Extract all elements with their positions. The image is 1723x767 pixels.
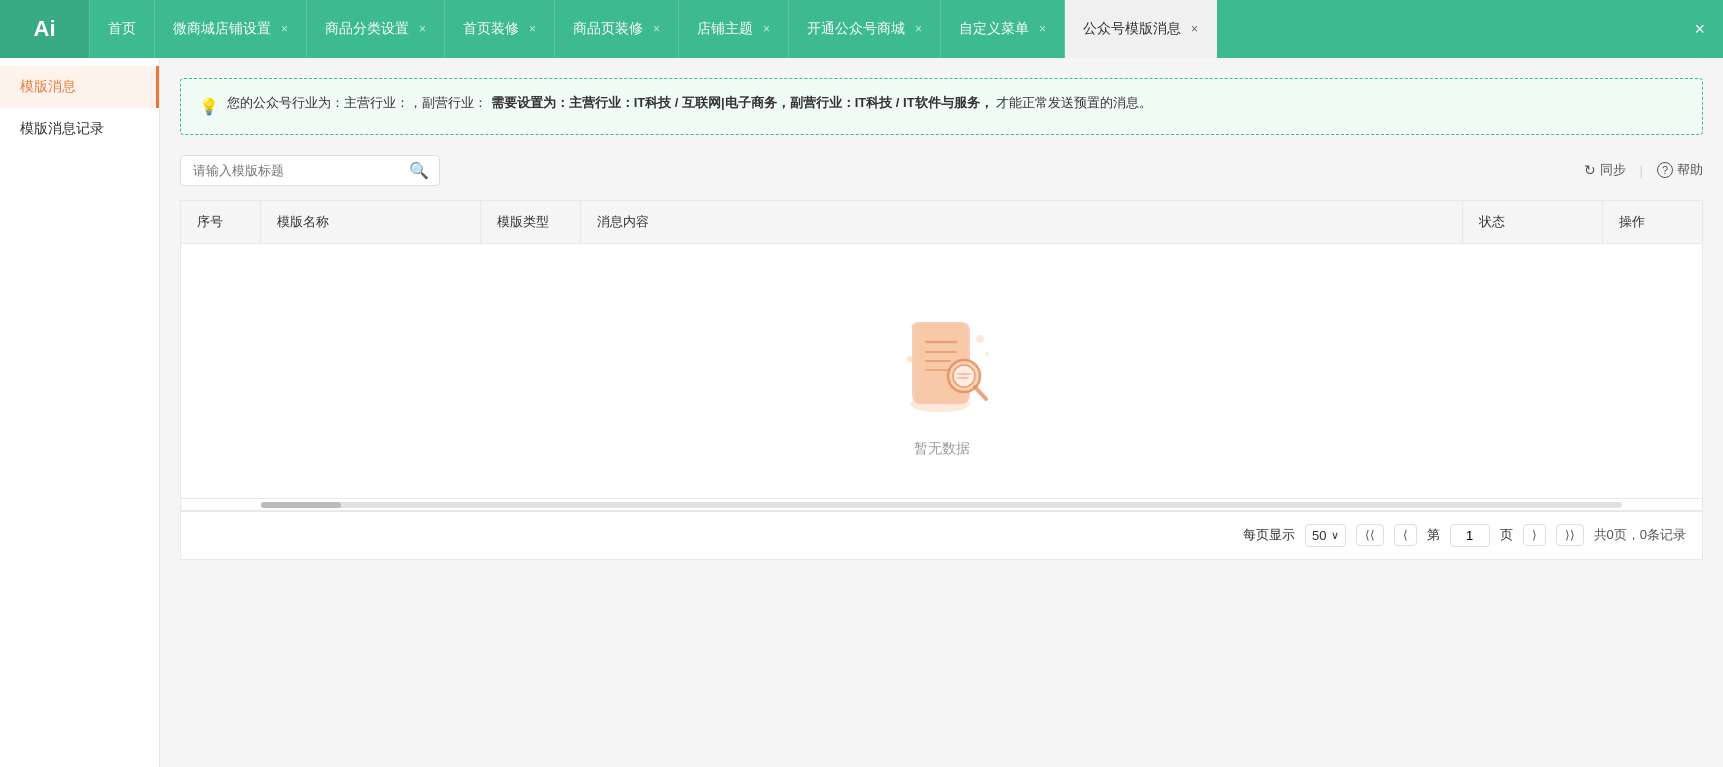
tab-product-category[interactable]: 商品分类设置 × [307, 0, 445, 58]
sidebar-item-template-record-label: 模版消息记录 [20, 120, 104, 136]
tab-home-label: 首页 [108, 20, 136, 38]
tab-micro-shop-label: 微商城店铺设置 [173, 20, 271, 38]
page-prefix-label: 第 [1427, 526, 1440, 544]
page-last-button[interactable]: ⟩⟩ [1556, 524, 1584, 546]
search-input-wrap: 🔍 [180, 155, 440, 186]
help-label: 帮助 [1677, 161, 1703, 179]
tab-product-category-close[interactable]: × [419, 22, 426, 36]
scrollbar-thumb[interactable] [261, 502, 341, 508]
tab-template-msg-close[interactable]: × [1191, 22, 1198, 36]
page-size-label: 每页显示 [1243, 526, 1295, 544]
tab-template-msg[interactable]: 公众号模版消息 × [1065, 0, 1217, 58]
tab-product-decor-label: 商品页装修 [573, 20, 643, 38]
search-input[interactable] [181, 156, 399, 185]
tab-product-category-label: 商品分类设置 [325, 20, 409, 38]
tab-custom-menu[interactable]: 自定义菜单 × [941, 0, 1065, 58]
svg-line-7 [975, 387, 986, 399]
tab-template-msg-label: 公众号模版消息 [1083, 20, 1181, 38]
empty-illustration [882, 304, 1002, 424]
notice-box: 💡 您的公众号行业为：主营行业：，副营行业： 需要设置为：主营行业：IT科技 /… [180, 78, 1703, 135]
tab-open-mall-label: 开通公众号商城 [807, 20, 905, 38]
col-actions: 操作 [1603, 200, 1703, 243]
empty-text: 暂无数据 [914, 440, 970, 458]
col-status: 状态 [1463, 200, 1603, 243]
logo-tab: Ai [0, 0, 90, 58]
tab-home-decor[interactable]: 首页装修 × [445, 0, 555, 58]
tab-product-decor[interactable]: 商品页装修 × [555, 0, 679, 58]
sidebar-item-template-record[interactable]: 模版消息记录 [0, 108, 159, 150]
tab-micro-shop-close[interactable]: × [281, 22, 288, 36]
page-first-button[interactable]: ⟨⟨ [1356, 524, 1384, 546]
scrollbar-track [261, 502, 1622, 508]
sync-label: 同步 [1600, 161, 1626, 179]
main-layout: 模版消息 模版消息记录 💡 您的公众号行业为：主营行业：，副营行业： 需要设置为… [0, 58, 1723, 767]
tab-open-mall[interactable]: 开通公众号商城 × [789, 0, 941, 58]
toolbar-right: ↻ 同步 | ? 帮助 [1584, 161, 1703, 179]
notice-highlight: 需要设置为：主营行业：IT科技 / 互联网|电子商务，副营行业：IT科技 / I… [491, 95, 993, 110]
col-type: 模版类型 [481, 200, 581, 243]
page-size-chevron: ∨ [1331, 529, 1339, 542]
page-prev-button[interactable]: ⟨ [1394, 524, 1417, 546]
help-button[interactable]: ? 帮助 [1657, 161, 1703, 179]
sidebar-item-template-message[interactable]: 模版消息 [0, 66, 159, 108]
total-text: 共0页，0条记录 [1594, 526, 1686, 544]
sidebar: 模版消息 模版消息记录 [0, 58, 160, 767]
tab-shop-theme-close[interactable]: × [763, 22, 770, 36]
tab-home-decor-close[interactable]: × [529, 22, 536, 36]
tab-home-decor-label: 首页装修 [463, 20, 519, 38]
notice-text: 您的公众号行业为：主营行业：，副营行业： 需要设置为：主营行业：IT科技 / 互… [227, 93, 1152, 114]
pagination-bar: 每页显示 50 ∨ ⟨⟨ ⟨ 第 页 ⟩ ⟩⟩ 共0页，0条记录 [180, 511, 1703, 560]
tab-bar-global-close[interactable]: × [1676, 0, 1723, 58]
search-icon: 🔍 [409, 162, 429, 179]
tab-custom-menu-label: 自定义菜单 [959, 20, 1029, 38]
empty-row: 暂无数据 [181, 243, 1703, 498]
col-seq: 序号 [181, 200, 261, 243]
tab-open-mall-close[interactable]: × [915, 22, 922, 36]
page-next-button[interactable]: ⟩ [1523, 524, 1546, 546]
page-suffix-label: 页 [1500, 526, 1513, 544]
help-icon: ? [1657, 162, 1673, 178]
notice-suffix: 才能正常发送预置的消息。 [996, 95, 1152, 110]
toolbar-divider: | [1640, 163, 1643, 178]
tab-bar: Ai 首页 微商城店铺设置 × 商品分类设置 × 首页装修 × 商品页装修 × … [0, 0, 1723, 58]
notice-prefix: 您的公众号行业为：主营行业：，副营行业： [227, 95, 487, 110]
table-body: 暂无数据 [181, 243, 1703, 498]
data-table: 序号 模版名称 模版类型 消息内容 状态 操作 [180, 200, 1703, 499]
tab-micro-shop[interactable]: 微商城店铺设置 × [155, 0, 307, 58]
tab-shop-theme-label: 店铺主题 [697, 20, 753, 38]
svg-point-12 [985, 352, 989, 356]
logo-text: Ai [34, 16, 56, 42]
sync-button[interactable]: ↻ 同步 [1584, 161, 1626, 179]
page-size-select[interactable]: 50 ∨ [1305, 524, 1345, 547]
sidebar-item-template-message-label: 模版消息 [20, 78, 76, 94]
content-area: 💡 您的公众号行业为：主营行业：，副营行业： 需要设置为：主营行业：IT科技 /… [160, 58, 1723, 767]
tab-custom-menu-close[interactable]: × [1039, 22, 1046, 36]
svg-point-6 [953, 365, 975, 387]
empty-state: 暂无数据 [181, 244, 1702, 498]
search-row: 🔍 ↻ 同步 | ? 帮助 [180, 155, 1703, 186]
table-header-row: 序号 模版名称 模版类型 消息内容 状态 操作 [181, 200, 1703, 243]
sync-icon: ↻ [1584, 162, 1596, 178]
col-name: 模版名称 [261, 200, 481, 243]
tab-home[interactable]: 首页 [90, 0, 155, 58]
scrollbar-area[interactable] [180, 499, 1703, 511]
col-content: 消息内容 [581, 200, 1463, 243]
svg-point-11 [976, 335, 984, 343]
page-number-input[interactable] [1450, 524, 1490, 547]
notice-icon: 💡 [199, 94, 219, 120]
tab-product-decor-close[interactable]: × [653, 22, 660, 36]
tab-shop-theme[interactable]: 店铺主题 × [679, 0, 789, 58]
svg-point-10 [907, 356, 913, 362]
search-button[interactable]: 🔍 [399, 161, 439, 180]
page-size-value: 50 [1312, 528, 1326, 543]
